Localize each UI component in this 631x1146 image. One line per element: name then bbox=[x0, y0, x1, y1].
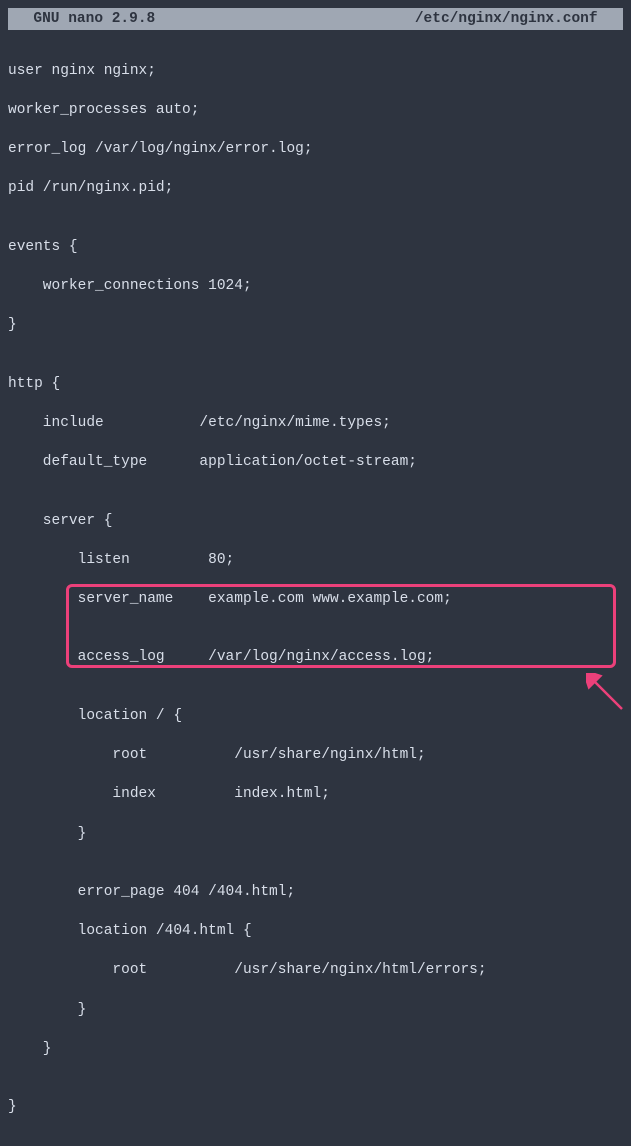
code-line: pid /run/nginx.pid; bbox=[8, 179, 623, 199]
nano-title-bar: GNU nano 2.9.8 /etc/nginx/nginx.conf bbox=[8, 8, 623, 30]
app-name: GNU nano 2.9.8 bbox=[16, 11, 155, 27]
code-line: } bbox=[8, 316, 623, 336]
code-line: index index.html; bbox=[8, 785, 623, 805]
code-line: } bbox=[8, 1098, 623, 1118]
code-line: worker_processes auto; bbox=[8, 101, 623, 121]
editor-area[interactable]: user nginx nginx; worker_processes auto;… bbox=[0, 30, 631, 1146]
code-line: location / { bbox=[8, 707, 623, 727]
code-line: access_log /var/log/nginx/access.log; bbox=[8, 648, 623, 668]
code-line: } bbox=[8, 825, 623, 845]
code-line: location /404.html { bbox=[8, 922, 623, 942]
code-line: root /usr/share/nginx/html/errors; bbox=[8, 961, 623, 981]
code-line: worker_connections 1024; bbox=[8, 277, 623, 297]
code-line: } bbox=[8, 1001, 623, 1021]
code-line: root /usr/share/nginx/html; bbox=[8, 746, 623, 766]
code-line: } bbox=[8, 1040, 623, 1060]
code-line: events { bbox=[8, 238, 623, 258]
code-line: error_log /var/log/nginx/error.log; bbox=[8, 140, 623, 160]
code-line: user nginx nginx; bbox=[8, 62, 623, 82]
code-line: default_type application/octet-stream; bbox=[8, 453, 623, 473]
file-path: /etc/nginx/nginx.conf bbox=[415, 11, 615, 27]
code-line: listen 80; bbox=[8, 551, 623, 571]
code-line: server_name example.com www.example.com; bbox=[8, 590, 623, 610]
code-line: error_page 404 /404.html; bbox=[8, 883, 623, 903]
code-line: include /etc/nginx/mime.types; bbox=[8, 414, 623, 434]
code-line: server { bbox=[8, 512, 623, 532]
code-line: http { bbox=[8, 375, 623, 395]
